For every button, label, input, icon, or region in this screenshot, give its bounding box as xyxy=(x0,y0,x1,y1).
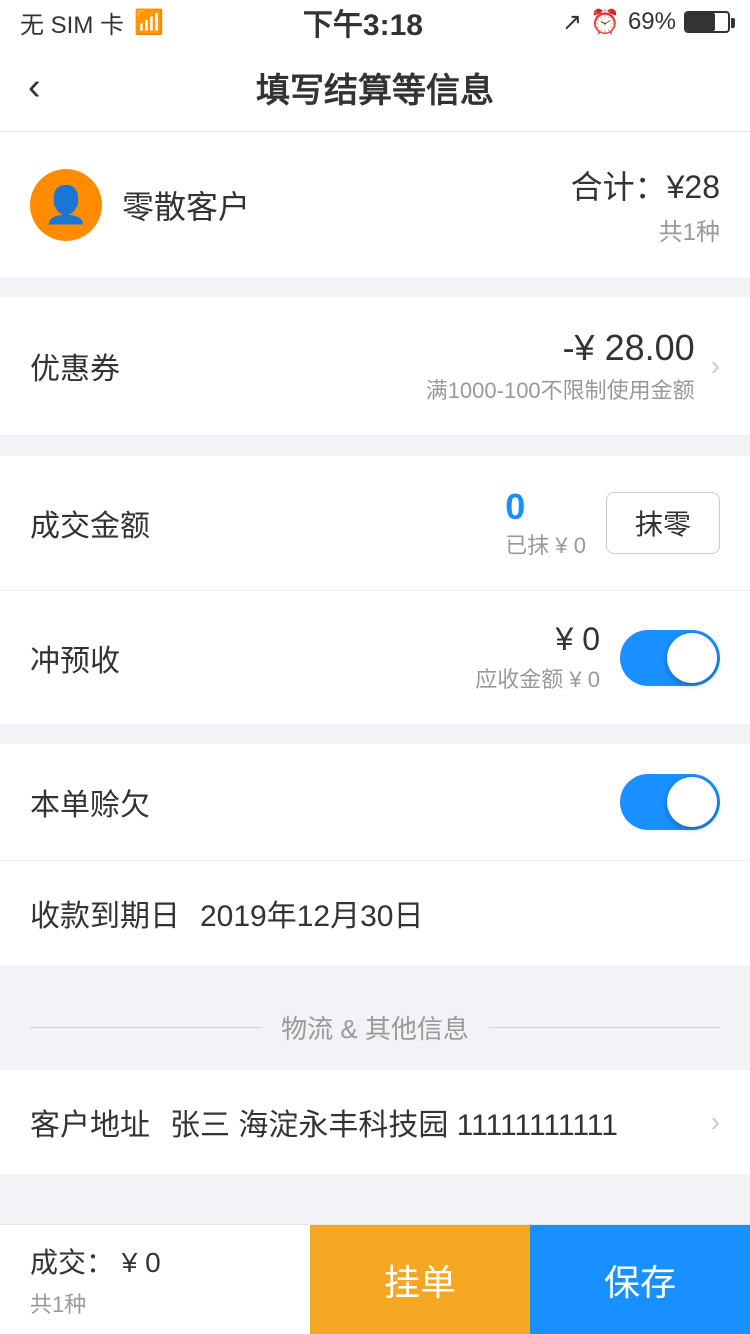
deferred-section: 本单赊欠 收款到期日 2019年12月30日 xyxy=(0,744,750,965)
due-date-label: 收款到期日 xyxy=(30,891,180,935)
status-right: ↗ ⏰ 69% xyxy=(562,8,730,37)
deferred-row: 本单赊欠 xyxy=(0,744,750,861)
alarm-icon: ⏰ xyxy=(590,8,620,37)
bottom-deal-label: 成交： xyxy=(30,1247,114,1278)
pre-receive-label: 冲预收 xyxy=(30,636,120,680)
avatar-icon: 👤 xyxy=(44,184,89,226)
pre-receive-right: ¥ 0 应收金额 ¥ 0 xyxy=(475,621,720,694)
address-chevron-icon: › xyxy=(711,1106,720,1138)
battery-icon xyxy=(684,11,730,33)
wifi-icon: 📶 xyxy=(134,8,164,37)
logistics-label: 物流 & 其他信息 xyxy=(281,1009,469,1046)
location-icon: ↗ xyxy=(562,8,582,37)
customer-section: 👤 零散客户 合计：¥28 共1种 xyxy=(0,132,750,277)
deal-amount-right: 0 已抹 ¥ 0 抹零 xyxy=(505,486,720,560)
bottom-bar: 成交： ¥ 0 共1种 挂单 保存 xyxy=(0,1224,750,1334)
due-date-value: 2019年12月30日 xyxy=(200,891,423,935)
bottom-deal-value: ¥ 0 xyxy=(122,1247,161,1278)
round-down-button[interactable]: 抹零 xyxy=(606,492,720,554)
bottom-deal-amount: 成交： ¥ 0 xyxy=(30,1241,280,1281)
pre-receive-values: ¥ 0 应收金额 ¥ 0 xyxy=(475,621,600,694)
total-count: 共1种 xyxy=(571,212,720,247)
address-section[interactable]: 客户地址 张三 海淀永丰科技园 11111111111 › xyxy=(0,1070,750,1174)
total-amount: 合计：¥28 xyxy=(571,162,720,208)
sim-label: 无 SIM 卡 xyxy=(20,5,124,40)
pre-receive-amount: ¥ 0 xyxy=(475,621,600,658)
address-value: 张三 海淀永丰科技园 11111111111 xyxy=(170,1100,711,1144)
logistics-divider: 物流 & 其他信息 xyxy=(0,985,750,1070)
coupon-amount: -¥ 28.00 xyxy=(426,327,695,369)
pre-receivable-label: 应收金额 ¥ 0 xyxy=(475,662,600,694)
customer-left: 👤 零散客户 xyxy=(30,169,250,241)
avatar: 👤 xyxy=(30,169,102,241)
coupon-row[interactable]: 优惠券 -¥ 28.00 满1000-100不限制使用金额 › xyxy=(0,297,750,436)
coupon-values: -¥ 28.00 满1000-100不限制使用金额 xyxy=(426,327,695,405)
deferred-toggle[interactable] xyxy=(620,774,720,830)
deferred-label: 本单赊欠 xyxy=(30,780,150,824)
battery-percent: 69% xyxy=(628,8,676,36)
address-row[interactable]: 客户地址 张三 海淀永丰科技园 11111111111 › xyxy=(0,1070,750,1174)
deal-amount-value: 0 xyxy=(505,486,586,528)
status-time: 下午3:18 xyxy=(303,0,423,44)
customer-name: 零散客户 xyxy=(122,182,250,228)
chevron-right-icon: › xyxy=(711,350,720,382)
deal-section: 成交金额 0 已抹 ¥ 0 抹零 冲预收 ¥ 0 应收金额 ¥ 0 xyxy=(0,456,750,724)
back-button[interactable]: ‹ xyxy=(28,66,41,109)
page-title: 填写结算等信息 xyxy=(256,63,494,112)
deal-amount-label: 成交金额 xyxy=(30,501,150,545)
divider-line-right xyxy=(489,1027,720,1028)
due-date-row: 收款到期日 2019年12月30日 xyxy=(0,861,750,965)
nav-bar: ‹ 填写结算等信息 xyxy=(0,44,750,132)
save-button[interactable]: 保存 xyxy=(530,1225,750,1334)
coupon-desc: 满1000-100不限制使用金额 xyxy=(426,373,695,405)
deal-amount-sub: 已抹 ¥ 0 xyxy=(505,528,586,560)
pre-receive-toggle[interactable] xyxy=(620,630,720,686)
address-label: 客户地址 xyxy=(30,1100,150,1144)
coupon-right: -¥ 28.00 满1000-100不限制使用金额 › xyxy=(426,327,720,405)
coupon-label: 优惠券 xyxy=(30,344,120,388)
divider-line-left xyxy=(30,1027,261,1028)
status-bar: 无 SIM 卡 📶 下午3:18 ↗ ⏰ 69% xyxy=(0,0,750,44)
toggle-knob xyxy=(667,633,717,683)
deal-amount-row: 成交金额 0 已抹 ¥ 0 抹零 xyxy=(0,456,750,591)
coupon-section[interactable]: 优惠券 -¥ 28.00 满1000-100不限制使用金额 › xyxy=(0,297,750,436)
bottom-info: 成交： ¥ 0 共1种 xyxy=(0,1241,310,1319)
bottom-count: 共1种 xyxy=(30,1287,280,1319)
status-left: 无 SIM 卡 📶 xyxy=(20,5,164,40)
deferred-toggle-knob xyxy=(667,777,717,827)
hold-button[interactable]: 挂单 xyxy=(310,1225,530,1334)
pre-receive-row: 冲预收 ¥ 0 应收金额 ¥ 0 xyxy=(0,591,750,724)
customer-right: 合计：¥28 共1种 xyxy=(571,162,720,247)
